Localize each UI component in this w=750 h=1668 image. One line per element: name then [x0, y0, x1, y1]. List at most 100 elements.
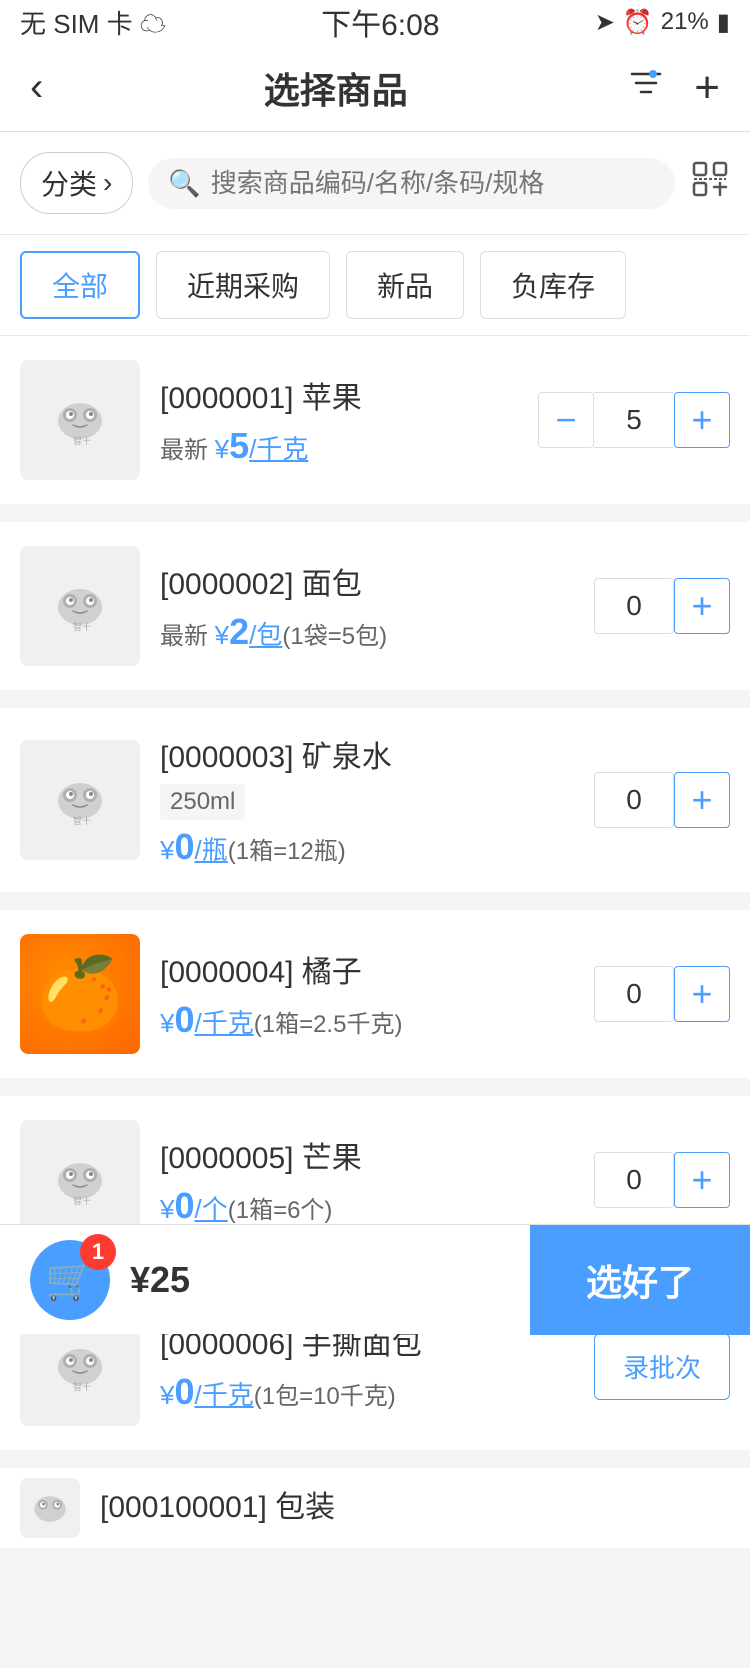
product-price: ¥0/瓶(1箱=12瓶) [160, 826, 574, 868]
increase-button[interactable]: + [674, 1152, 730, 1208]
quantity-input[interactable] [594, 578, 674, 634]
svg-text:智十: 智十 [73, 621, 91, 632]
product-spec: 250ml [160, 784, 245, 820]
product-thumbnail: 智十 [20, 360, 140, 480]
product-info: [0000003] 矿泉水 250ml ¥0/瓶(1箱=12瓶) [160, 732, 574, 868]
tab-recent[interactable]: 近期采购 [156, 251, 330, 319]
alarm-icon: ⏰ [623, 8, 653, 37]
quantity-control: + [594, 772, 730, 828]
location-icon: ➤ [595, 8, 615, 37]
product-placeholder-icon: 智十 [45, 565, 115, 647]
increase-button[interactable]: + [674, 772, 730, 828]
scan-icon[interactable] [690, 159, 730, 208]
increase-button[interactable]: + [674, 392, 730, 448]
product-price: ¥0/个(1箱=6个) [160, 1185, 574, 1227]
quantity-input[interactable] [594, 966, 674, 1022]
product-info: [000100001] 包装 [100, 1482, 730, 1534]
product-thumbnail [20, 934, 140, 1054]
add-button[interactable]: + [694, 63, 720, 113]
price-extra: (1箱=6个) [228, 1197, 333, 1224]
price-currency: ¥ [160, 1380, 174, 1410]
price-unit: /个 [195, 1194, 228, 1224]
price-value: 0 [174, 1185, 194, 1226]
status-time: 下午6:08 [321, 0, 439, 44]
product-thumbnail: 智十 [20, 546, 140, 666]
svg-text:智十: 智十 [73, 1195, 91, 1206]
product-placeholder-icon: 智十 [45, 759, 115, 841]
product-thumbnail [20, 1478, 80, 1538]
price-unit: /千克 [195, 1008, 254, 1038]
price-currency: ¥ [215, 434, 229, 464]
divider [0, 692, 750, 708]
bottom-bar: 🛒 1 ¥25 选好了 [0, 1224, 750, 1334]
product-name: [0000005] 芒果 [160, 1133, 574, 1177]
back-button[interactable]: ‹ [30, 65, 43, 110]
product-name: [0000003] 矿泉水 [160, 732, 574, 776]
price-unit: /千克 [195, 1380, 254, 1410]
filter-bar: 分类 › 🔍 [0, 132, 750, 235]
quantity-input[interactable] [594, 1152, 674, 1208]
list-item: 智十 [0000002] 面包 最新 ¥2/包(1袋=5包) + [0, 522, 750, 690]
tab-new[interactable]: 新品 [346, 251, 464, 319]
search-input[interactable] [211, 168, 655, 199]
price-value: 0 [174, 826, 194, 867]
product-placeholder-icon: 智十 [45, 1139, 115, 1221]
search-box: 🔍 [148, 158, 675, 209]
cart-icon-button[interactable]: 🛒 1 [30, 1240, 110, 1320]
price-currency: ¥ [160, 1008, 174, 1038]
list-item: 智十 [0000003] 矿泉水 250ml ¥0/瓶(1箱=12瓶) + [0, 708, 750, 892]
tab-negative[interactable]: 负库存 [480, 251, 626, 319]
increase-button[interactable]: + [674, 578, 730, 634]
product-info: [0000004] 橘子 ¥0/千克(1箱=2.5千克) [160, 947, 574, 1041]
quantity-control: + [594, 578, 730, 634]
price-prefix: 最新 [160, 437, 215, 464]
product-price: ¥0/千克(1包=10千克) [160, 1371, 574, 1413]
price-unit: /千克 [249, 434, 308, 464]
status-network: 无 SIM 卡 ☁ [20, 4, 166, 41]
product-name: [0000001] 苹果 [160, 373, 518, 417]
price-value: 0 [174, 1371, 194, 1412]
divider [0, 1452, 750, 1468]
filter-icon[interactable] [628, 65, 664, 111]
increase-button[interactable]: + [674, 966, 730, 1022]
product-placeholder-icon: 智十 [45, 1325, 115, 1407]
product-info: [0000002] 面包 最新 ¥2/包(1袋=5包) [160, 559, 574, 653]
product-placeholder-icon: 智十 [45, 379, 115, 461]
list-item-partial: [000100001] 包装 [0, 1468, 750, 1548]
category-label: 分类 [41, 163, 97, 203]
price-extra: (1箱=12瓶) [228, 838, 346, 865]
status-battery: ➤ ⏰ 21% ▮ [595, 8, 730, 37]
price-value: 0 [174, 999, 194, 1040]
divider [0, 506, 750, 522]
batch-button[interactable]: 录批次 [594, 1333, 730, 1400]
product-info: [0000001] 苹果 最新 ¥5/千克 [160, 373, 518, 467]
category-button[interactable]: 分类 › [20, 152, 133, 214]
product-name: [0000002] 面包 [160, 559, 574, 603]
quantity-control: + [594, 966, 730, 1022]
product-price: ¥0/千克(1箱=2.5千克) [160, 999, 574, 1041]
price-currency: ¥ [160, 835, 174, 865]
battery-icon: ▮ [717, 8, 730, 37]
cart-total-price: ¥25 [130, 1259, 190, 1301]
product-name: [000100001] 包装 [100, 1482, 730, 1526]
price-currency: ¥ [215, 620, 229, 650]
quantity-control: + [594, 1152, 730, 1208]
status-bar: 无 SIM 卡 ☁ 下午6:08 ➤ ⏰ 21% ▮ [0, 0, 750, 44]
list-item: [0000004] 橘子 ¥0/千克(1箱=2.5千克) + [0, 910, 750, 1078]
confirm-button[interactable]: 选好了 [530, 1225, 750, 1335]
price-value: 2 [229, 611, 249, 652]
decrease-button[interactable]: − [538, 392, 594, 448]
divider [0, 1080, 750, 1096]
product-image-orange [20, 934, 140, 1054]
tab-all[interactable]: 全部 [20, 251, 140, 319]
quantity-input[interactable] [594, 392, 674, 448]
nav-actions: + [628, 63, 720, 113]
quantity-input[interactable] [594, 772, 674, 828]
product-thumbnail: 智十 [20, 740, 140, 860]
price-extra: (1箱=2.5千克) [254, 1011, 403, 1038]
price-value: 5 [229, 425, 249, 466]
price-prefix: 最新 [160, 623, 215, 650]
tab-bar: 全部 近期采购 新品 负库存 [0, 235, 750, 336]
page-title: 选择商品 [264, 62, 408, 114]
product-name: [0000004] 橘子 [160, 947, 574, 991]
